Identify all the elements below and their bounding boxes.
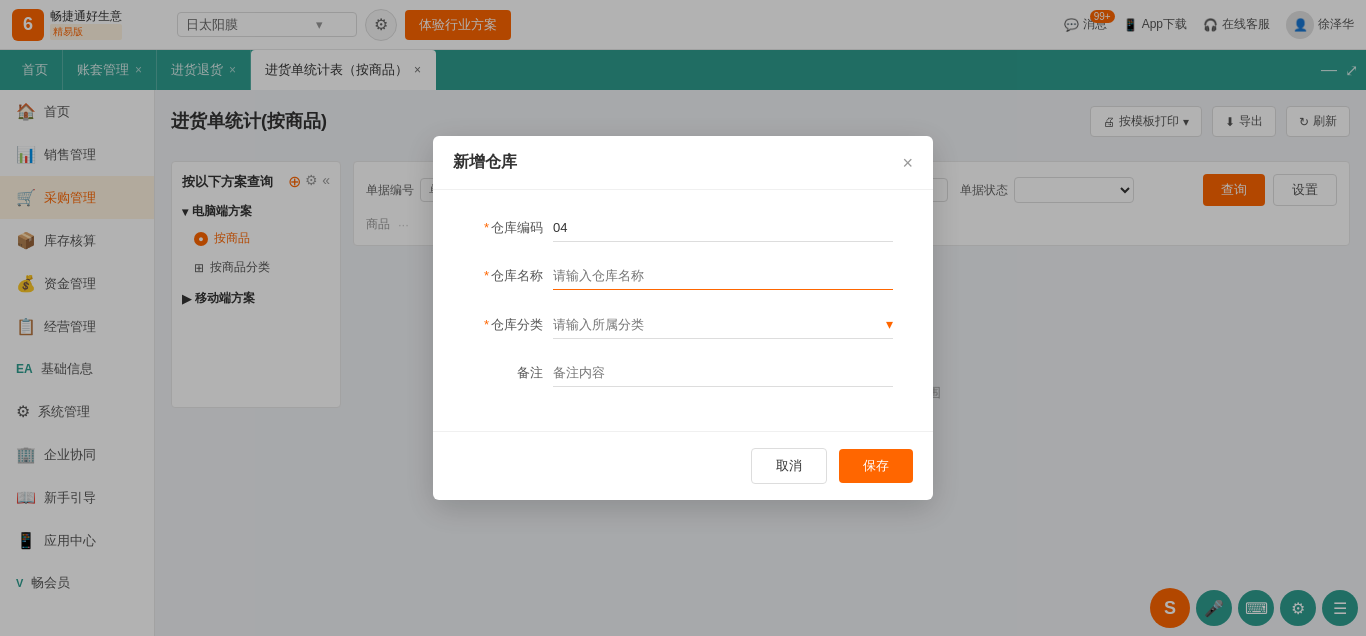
field-warehouse-category-input[interactable]	[553, 317, 886, 332]
category-dropdown-icon: ▾	[886, 316, 893, 332]
field-warehouse-category-row: 仓库分类 ▾	[473, 310, 893, 339]
field-warehouse-name-input[interactable]	[553, 262, 893, 290]
modal-overlay: 新增仓库 × 仓库编码 仓库名称 仓库分类 ▾	[0, 0, 1366, 636]
modal-body: 仓库编码 仓库名称 仓库分类 ▾ 备注	[433, 190, 933, 431]
field-warehouse-code-input[interactable]	[553, 214, 893, 242]
modal-title: 新增仓库	[453, 152, 517, 173]
field-warehouse-name-row: 仓库名称	[473, 262, 893, 290]
field-remark-input[interactable]	[553, 359, 893, 387]
modal-header: 新增仓库 ×	[433, 136, 933, 190]
field-warehouse-category-label: 仓库分类	[473, 316, 553, 334]
modal-footer: 取消 保存	[433, 431, 933, 500]
field-warehouse-name-label: 仓库名称	[473, 267, 553, 285]
field-warehouse-code-label: 仓库编码	[473, 219, 553, 237]
add-warehouse-modal: 新增仓库 × 仓库编码 仓库名称 仓库分类 ▾	[433, 136, 933, 500]
field-remark-row: 备注	[473, 359, 893, 387]
modal-cancel-button[interactable]: 取消	[751, 448, 827, 484]
field-warehouse-category-select[interactable]: ▾	[553, 310, 893, 339]
modal-close-button[interactable]: ×	[902, 154, 913, 172]
field-remark-label: 备注	[473, 364, 553, 382]
modal-save-button[interactable]: 保存	[839, 449, 913, 483]
field-warehouse-code-row: 仓库编码	[473, 214, 893, 242]
